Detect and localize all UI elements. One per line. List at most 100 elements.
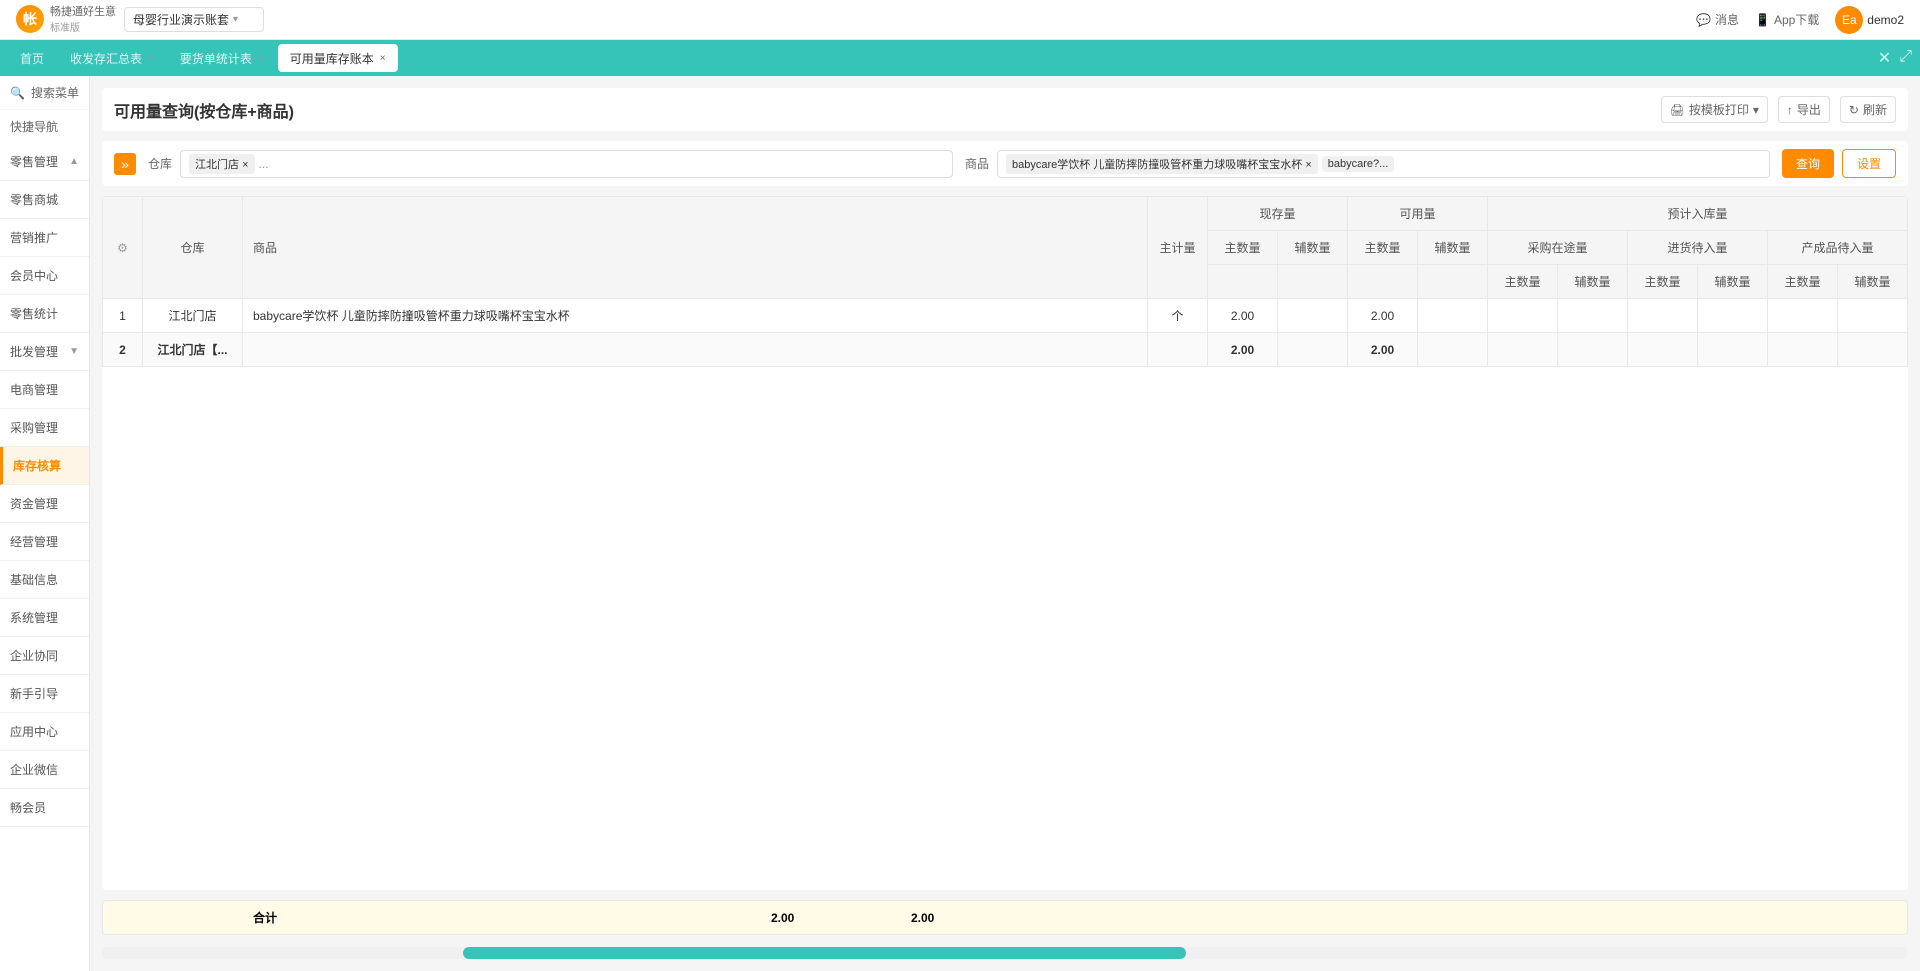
sidebar-item-app-center[interactable]: 应用中心 <box>0 713 89 751</box>
query-button[interactable]: 查询 <box>1782 149 1834 178</box>
cell-inbound-main-2 <box>1628 333 1698 367</box>
footer-label: 合计 <box>253 909 688 926</box>
filter-actions: 查询 设置 <box>1782 149 1896 178</box>
tab-close-icon[interactable]: × <box>148 53 154 64</box>
sidebar-item-retail-stats[interactable]: 零售统计 <box>0 295 89 333</box>
message-button[interactable]: 💬 消息 <box>1696 11 1739 28</box>
th-avail-aux-q <box>1418 265 1488 299</box>
tab-close-icon[interactable]: × <box>258 53 264 64</box>
product-filter-label: 商品 <box>965 155 989 172</box>
refresh-button[interactable]: ↻ 刷新 <box>1840 96 1896 123</box>
tab-home[interactable]: 首页 <box>8 44 56 72</box>
cell-purchase-aux <box>1558 299 1628 333</box>
cell-product: babycare学饮杯 儿童防摔防撞吸管杯重力球吸嘴杯宝宝水杯 <box>243 299 1148 333</box>
product-tag-1[interactable]: babycare学饮杯 儿童防摔防撞吸管杯重力球吸嘴杯宝宝水杯 × <box>1006 154 1318 174</box>
search-icon: 🔍 <box>10 86 25 100</box>
export-button[interactable]: ↑ 导出 <box>1778 96 1830 123</box>
th-purchase-transit: 采购在途量 <box>1488 231 1628 265</box>
main-layout: 🔍 搜索菜单 快捷导航 零售管理 ▲ 零售商城 营销推广 会员中心 零售统计 批… <box>0 76 1920 971</box>
product-tag-2[interactable]: babycare?... <box>1322 156 1395 172</box>
search-menu-label: 搜索菜单 <box>31 84 79 101</box>
sidebar-item-operations[interactable]: 经营管理 <box>0 523 89 561</box>
th-inbound-aux: 辅数量 <box>1698 265 1768 299</box>
sidebar-label: 营销推广 <box>10 229 58 246</box>
horizontal-scrollbar[interactable] <box>102 947 1908 959</box>
search-menu-item[interactable]: 🔍 搜索菜单 <box>0 76 89 110</box>
cell-avail-aux <box>1418 299 1488 333</box>
sidebar-label: 零售商城 <box>10 191 58 208</box>
sidebar-item-onboarding[interactable]: 新手引导 <box>0 675 89 713</box>
user-profile[interactable]: Ea demo2 <box>1835 6 1904 34</box>
sidebar-item-member-service[interactable]: 畅会员 <box>0 789 89 827</box>
store-name: 母婴行业演示账套 <box>133 11 229 28</box>
tab-close-icon[interactable]: × <box>380 53 386 64</box>
th-product-pending: 产成品待入量 <box>1768 231 1908 265</box>
cell-product-aux-2 <box>1838 333 1908 367</box>
sidebar-item-inventory[interactable]: 库存核算 <box>0 447 89 485</box>
home-tab-label: 首页 <box>20 50 44 67</box>
message-icon: 💬 <box>1696 13 1711 27</box>
th-cur-aux-q <box>1278 265 1348 299</box>
warehouse-filter-input[interactable]: 江北门店 × ... <box>180 150 953 178</box>
app-subtitle: 标准版 <box>50 19 116 34</box>
cell-warehouse-2: 江北门店【... <box>143 333 243 367</box>
sidebar-label: 会员中心 <box>10 267 58 284</box>
filter-toggle-button[interactable]: » <box>114 153 136 175</box>
export-icon: ↑ <box>1787 103 1793 117</box>
tab-available-stock[interactable]: 可用量库存账本 × <box>278 44 398 72</box>
product-tag-text-2: babycare?... <box>1328 158 1389 170</box>
th-stock-main: 主数量 <box>1208 231 1278 265</box>
sidebar-item-wholesale-management[interactable]: 批发管理 ▼ <box>0 333 89 371</box>
print-button[interactable]: 🖨 按模板打印 ▾ <box>1661 96 1768 123</box>
cell-stock-main-2: 2.00 <box>1208 333 1278 367</box>
sidebar-item-member-center[interactable]: 会员中心 <box>0 257 89 295</box>
available-stock-tab-label: 可用量库存账本 <box>290 50 374 67</box>
product-filter-input[interactable]: babycare学饮杯 儿童防摔防撞吸管杯重力球吸嘴杯宝宝水杯 × babyca… <box>997 150 1770 178</box>
app-download-button[interactable]: 📱 App下载 <box>1755 11 1819 28</box>
username-label: demo2 <box>1867 13 1904 27</box>
sidebar-item-basic-info[interactable]: 基础信息 <box>0 561 89 599</box>
th-purchase-main: 主数量 <box>1488 265 1558 299</box>
sidebar-item-purchase[interactable]: 采购管理 <box>0 409 89 447</box>
tab-receivable-summary[interactable]: 收发存汇总表 × <box>58 44 166 72</box>
th-purchase-aux: 辅数量 <box>1558 265 1628 299</box>
warehouse-filter-label: 仓库 <box>148 155 172 172</box>
settings-icon[interactable]: ⚙ <box>117 241 128 255</box>
warehouse-tag[interactable]: 江北门店 × <box>189 154 254 174</box>
close-window-icon[interactable]: ✕ <box>1878 48 1891 68</box>
sidebar-item-enterprise-wechat[interactable]: 企业微信 <box>0 751 89 789</box>
top-bar-left: 帐 畅捷通好生意 标准版 母婴行业演示账套 ▾ <box>16 5 264 34</box>
store-selector[interactable]: 母婴行业演示账套 ▾ <box>124 7 264 32</box>
ellipsis-icon: ... <box>259 157 269 171</box>
page-actions: 🖨 按模板打印 ▾ ↑ 导出 ↻ 刷新 <box>1661 96 1896 123</box>
sidebar-label: 零售统计 <box>10 305 58 322</box>
sidebar-label: 应用中心 <box>10 723 58 740</box>
sidebar-label: 经营管理 <box>10 533 58 550</box>
sidebar-item-finance[interactable]: 资金管理 <box>0 485 89 523</box>
inventory-table: ⚙ 仓库 商品 主计量 现存量 <box>102 196 1908 367</box>
refresh-icon: ↻ <box>1849 103 1859 117</box>
sidebar-label: 零售管理 <box>10 153 58 170</box>
sidebar-item-system[interactable]: 系统管理 <box>0 599 89 637</box>
warehouse-tag-text: 江北门店 × <box>195 156 248 172</box>
th-planned-inbound: 预计入库量 <box>1488 197 1908 231</box>
cell-stock-aux-2 <box>1278 333 1348 367</box>
settings-button[interactable]: 设置 <box>1842 149 1896 178</box>
sidebar-item-retail-mall[interactable]: 零售商城 <box>0 181 89 219</box>
sidebar-item-enterprise-collab[interactable]: 企业协同 <box>0 637 89 675</box>
cell-avail-main: 2.00 <box>1348 299 1418 333</box>
quick-nav-item[interactable]: 快捷导航 <box>0 110 89 143</box>
page-content: 可用量查询(按仓库+商品) 🖨 按模板打印 ▾ ↑ 导出 ↻ 刷新 <box>90 76 1920 971</box>
print-label: 按模板打印 <box>1689 101 1749 118</box>
tab-order-stats[interactable]: 要货单统计表 × <box>168 44 276 72</box>
sidebar-item-retail-management[interactable]: 零售管理 ▲ <box>0 143 89 181</box>
sidebar-item-ecommerce[interactable]: 电商管理 <box>0 371 89 409</box>
cell-avail-main-2: 2.00 <box>1348 333 1418 367</box>
th-settings[interactable]: ⚙ <box>103 197 143 299</box>
th-avail-main-q <box>1348 265 1418 299</box>
th-inbound-main: 主数量 <box>1628 265 1698 299</box>
receivable-tab-label: 收发存汇总表 <box>70 50 142 67</box>
sidebar-label: 电商管理 <box>10 381 58 398</box>
maximize-icon[interactable]: ⤢ <box>1899 48 1912 68</box>
sidebar-item-marketing[interactable]: 营销推广 <box>0 219 89 257</box>
